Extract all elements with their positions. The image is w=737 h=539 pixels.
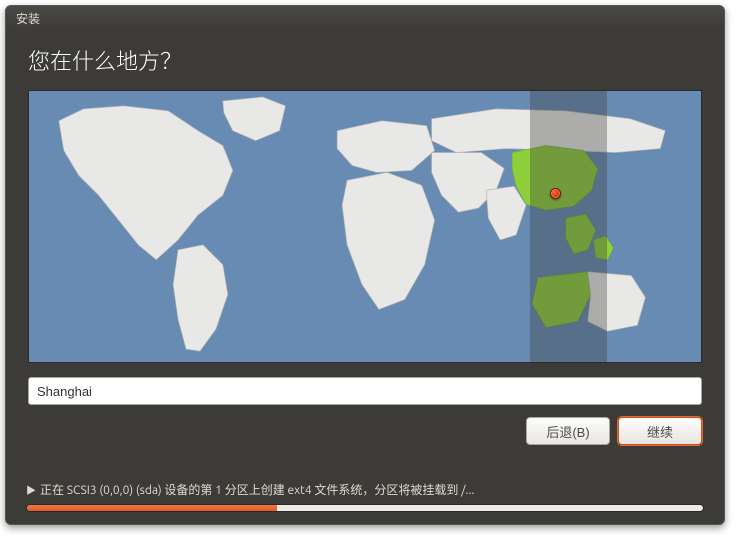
location-marker-icon <box>550 188 561 199</box>
installer-window: 安装 您在什么地方？ <box>5 5 725 525</box>
location-input-row <box>6 363 724 411</box>
status-text-row: ▶ 正在 SCSI3 (0,0,0) (sda) 设备的第 1 分区上创建 ex… <box>26 481 704 498</box>
titlebar[interactable]: 安装 <box>6 6 724 30</box>
progress-fill <box>27 505 277 511</box>
timezone-map[interactable] <box>28 90 702 363</box>
install-status: ▶ 正在 SCSI3 (0,0,0) (sda) 设备的第 1 分区上创建 ex… <box>6 475 724 524</box>
navigation-buttons: 后退(B) 继续 <box>6 411 724 459</box>
page-heading: 您在什么地方？ <box>28 44 702 76</box>
window-title: 安装 <box>16 10 40 27</box>
back-button[interactable]: 后退(B) <box>526 417 610 445</box>
timezone-band-highlight <box>530 91 607 362</box>
content-header: 您在什么地方？ <box>6 30 724 90</box>
status-label: 正在 SCSI3 (0,0,0) (sda) 设备的第 1 分区上创建 ext4… <box>40 481 474 498</box>
progress-bar <box>26 504 704 512</box>
continue-button[interactable]: 继续 <box>618 417 702 445</box>
disclosure-triangle-icon[interactable]: ▶ <box>26 482 36 497</box>
location-input[interactable] <box>28 377 702 405</box>
